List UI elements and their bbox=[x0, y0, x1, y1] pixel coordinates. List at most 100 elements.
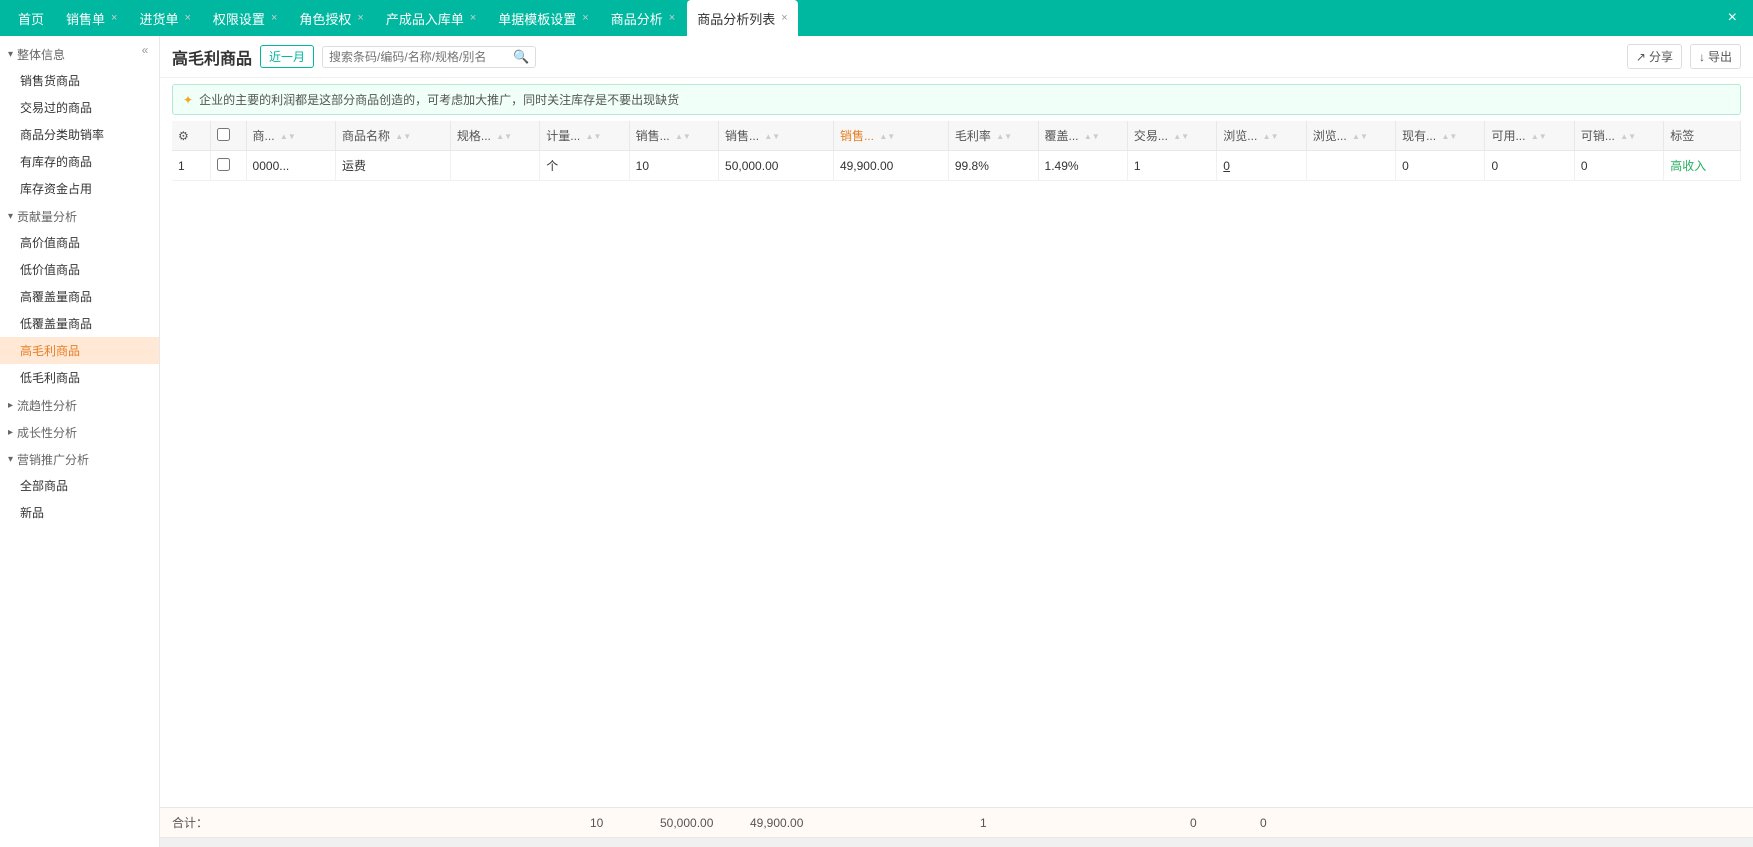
sidebar-item-low-coverage[interactable]: 低覆盖量商品 bbox=[0, 310, 159, 337]
sort-icon[interactable]: ▲▼ bbox=[879, 132, 895, 141]
nav-template[interactable]: 单据模板设置 × bbox=[488, 0, 598, 36]
cell-sales-qty: 10 bbox=[629, 151, 718, 181]
sidebar-group-trend[interactable]: ▸ 流趋性分析 bbox=[0, 391, 159, 418]
horizontal-scrollbar[interactable] bbox=[160, 837, 1753, 847]
sort-icon[interactable]: ▲▼ bbox=[586, 132, 602, 141]
col-trade[interactable]: 交易... ▲▼ bbox=[1127, 121, 1216, 151]
export-btn[interactable]: ↓ 导出 bbox=[1690, 44, 1741, 69]
footer-available: 0 bbox=[1260, 816, 1330, 830]
window-close-btn[interactable]: × bbox=[1720, 9, 1745, 27]
sort-icon[interactable]: ▲▼ bbox=[996, 132, 1012, 141]
cell-tag: 高收入 bbox=[1664, 151, 1741, 181]
close-icon[interactable]: × bbox=[184, 12, 190, 24]
sort-icon[interactable]: ▲▼ bbox=[764, 132, 780, 141]
sort-icon[interactable]: ▲▼ bbox=[1173, 132, 1189, 141]
search-icon[interactable]: 🔍 bbox=[513, 49, 529, 65]
col-tag[interactable]: 标签 bbox=[1664, 121, 1741, 151]
col-sales-amt[interactable]: 销售... ▲▼ bbox=[719, 121, 834, 151]
nav-role[interactable]: 角色授权 × bbox=[289, 0, 373, 36]
col-view1[interactable]: 浏览... ▲▼ bbox=[1217, 121, 1306, 151]
sort-icon[interactable]: ▲▼ bbox=[280, 132, 296, 141]
settings-icon[interactable]: ⚙ bbox=[178, 129, 189, 143]
footer-sales-amt: 50,000.00 bbox=[660, 816, 750, 830]
sort-icon[interactable]: ▲▼ bbox=[1531, 132, 1547, 141]
cell-view1[interactable]: 0 bbox=[1217, 151, 1306, 181]
cell-spec bbox=[450, 151, 539, 181]
nav-analysis[interactable]: 商品分析 × bbox=[601, 0, 685, 36]
sidebar-group-contribution[interactable]: ▾ 贡献量分析 bbox=[0, 202, 159, 229]
sidebar-collapse-btn[interactable]: « bbox=[135, 40, 155, 60]
sort-icon[interactable]: ▲▼ bbox=[1084, 132, 1100, 141]
sidebar-item-high-margin[interactable]: 高毛利商品 bbox=[0, 337, 159, 364]
sidebar-item-sales-goods[interactable]: 销售货商品 bbox=[0, 67, 159, 94]
sort-icon[interactable]: ▲▼ bbox=[395, 132, 411, 141]
search-input[interactable] bbox=[329, 50, 509, 64]
nav-purchase[interactable]: 进货单 × bbox=[129, 0, 200, 36]
close-icon[interactable]: × bbox=[781, 12, 787, 24]
close-icon[interactable]: × bbox=[582, 12, 588, 24]
sidebar-item-new-goods[interactable]: 新品 bbox=[0, 499, 159, 526]
info-banner: ✦ 企业的主要的利润都是这部分商品创造的，可考虑加大推广，同时关注库存是不要出现… bbox=[172, 84, 1741, 115]
footer-current: 0 bbox=[1190, 816, 1260, 830]
cell-available: 0 bbox=[1485, 151, 1574, 181]
col-spec[interactable]: 规格... ▲▼ bbox=[450, 121, 539, 151]
sidebar-item-low-margin[interactable]: 低毛利商品 bbox=[0, 364, 159, 391]
col-name[interactable]: 商品名称 ▲▼ bbox=[335, 121, 450, 151]
sort-icon[interactable]: ▲▼ bbox=[1263, 132, 1279, 141]
filter-month-btn[interactable]: 近一月 bbox=[260, 45, 314, 68]
select-all-checkbox[interactable] bbox=[217, 128, 230, 141]
col-view2[interactable]: 浏览... ▲▼ bbox=[1306, 121, 1395, 151]
sort-icon[interactable]: ▲▼ bbox=[675, 132, 691, 141]
chevron-right-icon: ▸ bbox=[8, 427, 13, 438]
search-box: 🔍 bbox=[322, 46, 536, 68]
col-coverage[interactable]: 覆盖... ▲▼ bbox=[1038, 121, 1127, 151]
sidebar-item-low-value[interactable]: 低价值商品 bbox=[0, 256, 159, 283]
sort-icon[interactable]: ▲▼ bbox=[1352, 132, 1368, 141]
cell-index: 1 bbox=[172, 151, 210, 181]
cell-coverage: 1.49% bbox=[1038, 151, 1127, 181]
col-sales-qty[interactable]: 销售... ▲▼ bbox=[629, 121, 718, 151]
nav-analysis-list[interactable]: 商品分析列表 × bbox=[687, 0, 797, 36]
cell-sales-profit: 49,900.00 bbox=[833, 151, 948, 181]
sort-icon[interactable]: ▲▼ bbox=[496, 132, 512, 141]
footer-sales-profit: 49,900.00 bbox=[750, 816, 840, 830]
sidebar-item-all-goods[interactable]: 全部商品 bbox=[0, 472, 159, 499]
close-icon[interactable]: × bbox=[357, 12, 363, 24]
col-sales-profit[interactable]: 销售... ▲▼ bbox=[833, 121, 948, 151]
col-available[interactable]: 可用... ▲▼ bbox=[1485, 121, 1574, 151]
sort-icon[interactable]: ▲▼ bbox=[1620, 132, 1636, 141]
sidebar-item-traded-goods[interactable]: 交易过的商品 bbox=[0, 94, 159, 121]
top-nav: 首页 销售单 × 进货单 × 权限设置 × 角色授权 × 产成品入库单 × 单据… bbox=[0, 0, 1753, 36]
sidebar-item-category-rate[interactable]: 商品分类助销率 bbox=[0, 121, 159, 148]
cell-unit: 个 bbox=[540, 151, 629, 181]
close-icon[interactable]: × bbox=[470, 12, 476, 24]
col-code[interactable]: 商... ▲▼ bbox=[246, 121, 335, 151]
nav-home[interactable]: 首页 bbox=[8, 0, 54, 36]
nav-sales[interactable]: 销售单 × bbox=[56, 0, 127, 36]
chevron-right-icon: ▸ bbox=[8, 400, 13, 411]
close-icon[interactable]: × bbox=[669, 12, 675, 24]
col-sellable[interactable]: 可销... ▲▼ bbox=[1574, 121, 1663, 151]
share-btn[interactable]: ↗ 分享 bbox=[1627, 44, 1682, 69]
sidebar-group-marketing[interactable]: ▾ 营销推广分析 bbox=[0, 445, 159, 472]
col-current[interactable]: 现有... ▲▼ bbox=[1396, 121, 1485, 151]
nav-inbound[interactable]: 产成品入库单 × bbox=[376, 0, 486, 36]
sidebar-item-high-coverage[interactable]: 高覆盖量商品 bbox=[0, 283, 159, 310]
sidebar: « ▾ 整体信息 销售货商品 交易过的商品 商品分类助销率 有库存的商品 库存资… bbox=[0, 36, 160, 847]
content-area: 高毛利商品 近一月 🔍 ↗ 分享 ↓ 导出 ✦ 企业的主要的利润都是这部分商品创… bbox=[160, 36, 1753, 847]
nav-permission[interactable]: 权限设置 × bbox=[203, 0, 287, 36]
cell-current: 0 bbox=[1396, 151, 1485, 181]
sidebar-item-in-stock[interactable]: 有库存的商品 bbox=[0, 148, 159, 175]
col-gross-rate[interactable]: 毛利率 ▲▼ bbox=[948, 121, 1038, 151]
sidebar-item-stock-capital[interactable]: 库存资金占用 bbox=[0, 175, 159, 202]
cell-checkbox[interactable] bbox=[210, 151, 246, 181]
close-icon[interactable]: × bbox=[271, 12, 277, 24]
col-unit[interactable]: 计量... ▲▼ bbox=[540, 121, 629, 151]
close-icon[interactable]: × bbox=[111, 12, 117, 24]
data-table: ⚙ 商... ▲▼ 商品名称 ▲▼ bbox=[172, 121, 1741, 181]
sidebar-item-high-value[interactable]: 高价值商品 bbox=[0, 229, 159, 256]
sort-icon[interactable]: ▲▼ bbox=[1441, 132, 1457, 141]
cell-name: 运费 bbox=[335, 151, 450, 181]
sidebar-group-growth[interactable]: ▸ 成长性分析 bbox=[0, 418, 159, 445]
table-row: 1 0000... 运费 个 10 50,000.00 49,900.00 99… bbox=[172, 151, 1741, 181]
